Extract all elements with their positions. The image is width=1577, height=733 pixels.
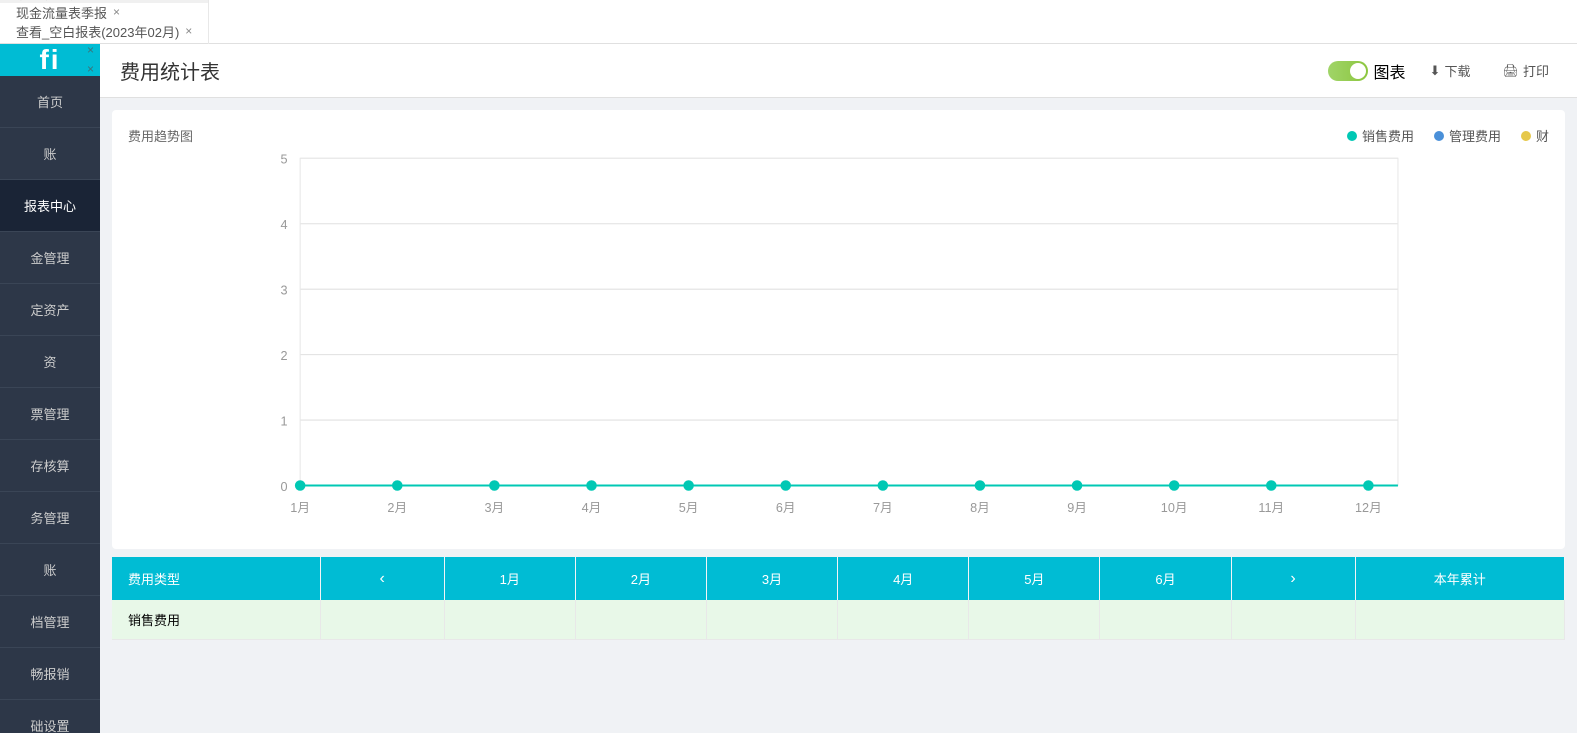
sidebar-item[interactable]: 账 (0, 544, 100, 596)
sidebar-item[interactable]: 报表中心 (0, 180, 100, 232)
tab-close-button[interactable]: × (113, 5, 120, 19)
cell-feb (575, 600, 706, 640)
svg-text:10月: 10月 (1161, 501, 1188, 515)
col-feb: 2月 (575, 557, 706, 600)
legend-dot (1347, 131, 1357, 141)
legend-dot (1434, 131, 1444, 141)
col-may: 5月 (969, 557, 1100, 600)
sidebar-item[interactable]: 存核算 (0, 440, 100, 492)
cell-mar (706, 600, 837, 640)
cell-ytd (1355, 600, 1564, 640)
sidebar-item[interactable]: 首页 (0, 76, 100, 128)
svg-text:8月: 8月 (970, 501, 990, 515)
sidebar-item[interactable]: 畅报销 (0, 648, 100, 700)
chart-title: 费用趋势图 (128, 126, 193, 145)
svg-text:5月: 5月 (679, 501, 699, 515)
col-next[interactable]: › (1231, 557, 1355, 600)
svg-text:1月: 1月 (290, 501, 310, 515)
sidebar-item[interactable]: 档管理 (0, 596, 100, 648)
tab-item[interactable]: 现金流量表季报 × (0, 3, 209, 22)
svg-text:2月: 2月 (387, 501, 407, 515)
chart-svg: 0 1 2 3 4 5 (128, 153, 1549, 533)
sidebar-item[interactable]: 定资产 (0, 284, 100, 336)
data-table: 费用类型 ‹ 1月 2月 3月 4月 5月 6月 › 本年累计 销售费用 (112, 557, 1565, 640)
table-header-row: 费用类型 ‹ 1月 2月 3月 4月 5月 6月 › 本年累计 (112, 557, 1565, 600)
cell-jan (444, 600, 575, 640)
tab-label: 查看_空白报表(2023年02月) (16, 22, 179, 41)
sidebar-items: 首页账报表中心金管理定资产资票管理存核算务管理账档管理畅报销础设置 (0, 76, 100, 733)
cell-type: 销售费用 (112, 600, 320, 640)
prev-arrow[interactable]: ‹ (374, 570, 391, 587)
col-apr: 4月 (838, 557, 969, 600)
print-button[interactable]: 🖨 打印 (1494, 57, 1557, 84)
chart-legend: 销售费用 管理费用 财 (1347, 126, 1549, 145)
legend-item: 销售费用 (1347, 126, 1414, 145)
main-layout: fi 首页账报表中心金管理定资产资票管理存核算务管理账档管理畅报销础设置 费用统… (0, 44, 1577, 733)
legend-label: 财 (1536, 126, 1549, 145)
legend-dot (1521, 131, 1531, 141)
tab-bar: 首页利润表季报×现金流量表×现金流量表季报×查看_空白报表(2023年02月)×… (0, 0, 1577, 44)
cell-nav-empty (320, 600, 444, 640)
download-button[interactable]: ⬇ 下载 (1422, 57, 1479, 84)
svg-text:11月: 11月 (1258, 501, 1284, 515)
chart-header: 费用趋势图 销售费用 管理费用 财 (128, 126, 1549, 145)
toggle-container[interactable]: 图表 (1328, 59, 1406, 83)
tab-item[interactable]: 查看_空白报表(2023年02月) × (0, 22, 209, 41)
content-area: 费用统计表 图表 ⬇ 下载 🖨 打印 费用趋势图 销售费用管理 (100, 44, 1577, 733)
col-jan: 1月 (444, 557, 575, 600)
svg-text:5: 5 (280, 153, 287, 167)
next-arrow[interactable]: › (1284, 570, 1301, 587)
table-row: 销售费用 (112, 600, 1565, 640)
legend-label: 管理费用 (1449, 126, 1501, 145)
svg-text:2: 2 (280, 349, 287, 363)
sidebar-item[interactable]: 资 (0, 336, 100, 388)
print-label: 打印 (1523, 61, 1549, 80)
legend-item: 财 (1521, 126, 1549, 145)
table-section: 费用类型 ‹ 1月 2月 3月 4月 5月 6月 › 本年累计 销售费用 (112, 557, 1565, 733)
sidebar-item[interactable]: 票管理 (0, 388, 100, 440)
chart-section: 费用趋势图 销售费用 管理费用 财 0 1 2 3 4 5 (112, 110, 1565, 549)
svg-text:1: 1 (280, 414, 287, 428)
chart-container: 0 1 2 3 4 5 (128, 153, 1549, 533)
svg-text:9月: 9月 (1067, 501, 1087, 515)
sidebar-item[interactable]: 金管理 (0, 232, 100, 284)
col-jun: 6月 (1100, 557, 1231, 600)
tab-label: 现金流量表季报 (16, 3, 107, 22)
sidebar-item[interactable]: 础设置 (0, 700, 100, 733)
cell-apr (838, 600, 969, 640)
svg-text:4: 4 (280, 218, 287, 232)
svg-text:7月: 7月 (873, 501, 893, 515)
toggle-label: 图表 (1374, 59, 1406, 83)
svg-text:3月: 3月 (485, 501, 505, 515)
sidebar-item[interactable]: 账 (0, 128, 100, 180)
col-ytd: 本年累计 (1355, 557, 1564, 600)
tab-close-button[interactable]: × (185, 24, 192, 38)
svg-text:6月: 6月 (776, 501, 796, 515)
sidebar-item[interactable]: 务管理 (0, 492, 100, 544)
col-prev[interactable]: ‹ (320, 557, 444, 600)
tab-close-button[interactable]: × (87, 62, 94, 76)
cell-jun (1100, 600, 1231, 640)
col-mar: 3月 (706, 557, 837, 600)
legend-label: 销售费用 (1362, 126, 1414, 145)
svg-text:3: 3 (280, 283, 287, 297)
col-type: 费用类型 (112, 557, 320, 600)
svg-text:4月: 4月 (582, 501, 602, 515)
cell-may (969, 600, 1100, 640)
sidebar: fi 首页账报表中心金管理定资产资票管理存核算务管理账档管理畅报销础设置 (0, 44, 100, 733)
header-actions: 图表 ⬇ 下载 🖨 打印 (1328, 57, 1557, 84)
sidebar-logo: fi (0, 44, 100, 76)
page-title: 费用统计表 (120, 56, 220, 85)
cell-nav2-empty (1231, 600, 1355, 640)
chart-toggle[interactable] (1328, 61, 1368, 81)
print-icon: 🖨 (1502, 63, 1519, 79)
page-header: 费用统计表 图表 ⬇ 下载 🖨 打印 (100, 44, 1577, 98)
tab-close-button[interactable]: × (87, 43, 94, 57)
legend-item: 管理费用 (1434, 126, 1501, 145)
download-label: 下载 (1444, 61, 1470, 80)
download-icon: ⬇ (1430, 63, 1441, 79)
svg-text:0: 0 (280, 480, 287, 494)
svg-text:12月: 12月 (1355, 501, 1382, 515)
